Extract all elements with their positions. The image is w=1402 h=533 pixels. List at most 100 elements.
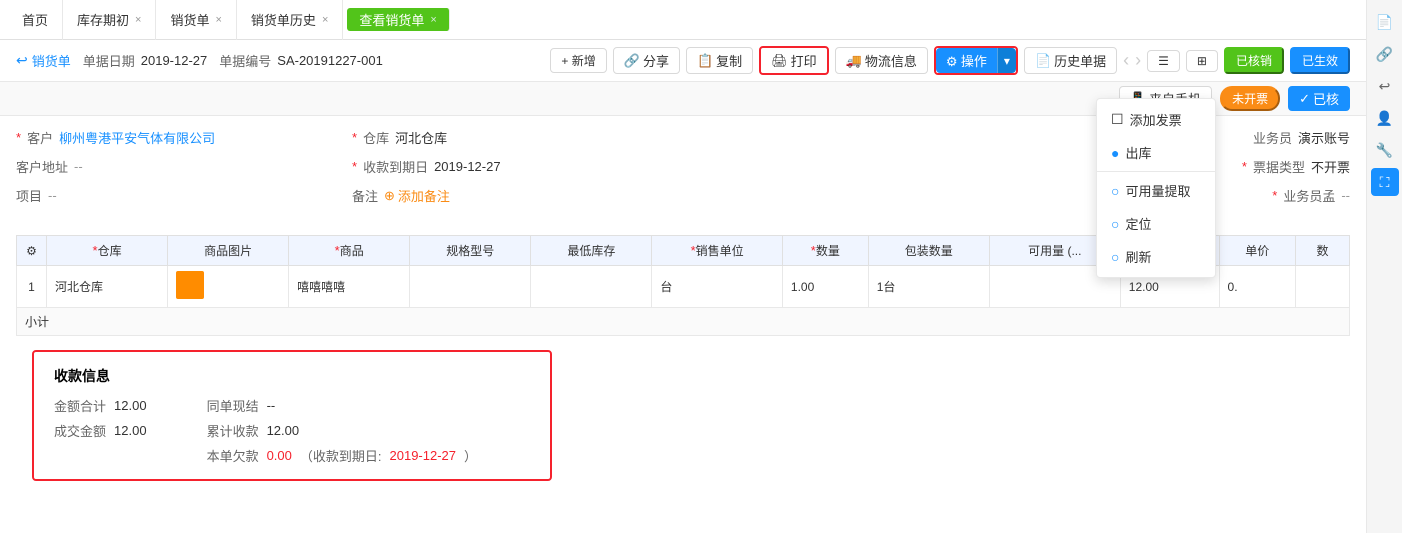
due-date-label: 收款到期日: [363, 157, 428, 176]
add-icon: ⊕: [384, 188, 395, 204]
ticket-type-value: 不开票: [1311, 157, 1350, 176]
refresh-icon: ○: [1111, 249, 1119, 265]
refresh-label: 刷新: [1125, 247, 1151, 266]
tab-history-label: 销货单历史: [251, 10, 316, 29]
transaction-row: 成交金额 12.00: [54, 421, 147, 440]
tab-view-sales[interactable]: 查看销货单 ×: [347, 8, 449, 31]
date-label: 单据日期: [83, 51, 135, 70]
number-label: 单据编号: [219, 51, 271, 70]
address-field: 客户地址 --: [16, 157, 336, 176]
operation-arrow-button[interactable]: ▾: [997, 48, 1016, 73]
tab-sales-history[interactable]: 销货单历史 ×: [237, 0, 343, 40]
address-label: 客户地址: [16, 157, 68, 176]
tab-sales-order[interactable]: 销货单 ×: [156, 0, 236, 40]
customer-field: * 客户 柳州粤港平安气体有限公司: [16, 128, 336, 147]
tab-sales-close[interactable]: ×: [215, 14, 221, 26]
operation-highlight-border: ⚙ 操作 ▾: [934, 46, 1018, 75]
cumulative-value: 12.00: [267, 423, 300, 438]
operation-icon: ⚙: [946, 54, 958, 69]
print-icon: 🖨: [771, 53, 788, 69]
col-settings: ⚙: [17, 236, 47, 266]
check-button[interactable]: ✓ 已核: [1288, 86, 1350, 111]
dropdown-add-invoice[interactable]: ☐ 添加发票: [1097, 103, 1215, 136]
dropdown-refresh[interactable]: ○ 刷新: [1097, 240, 1215, 273]
sidebar-gear-icon[interactable]: 🔧: [1371, 136, 1399, 164]
col-spec: 规格型号: [410, 236, 531, 266]
outbound-icon: ●: [1111, 145, 1119, 161]
add-note-label: 添加备注: [398, 186, 450, 205]
this-order-value: 0.00: [267, 448, 292, 463]
same-order-row: 同单现结 --: [207, 396, 477, 415]
row-product: 嘻嘻嘻嘻: [289, 266, 410, 308]
list-view-button[interactable]: ⊞: [1186, 50, 1218, 72]
tab-inventory-label: 库存期初: [77, 10, 129, 29]
copy-button[interactable]: 📋 复制: [686, 47, 753, 74]
not-opened-button[interactable]: 未开票: [1220, 86, 1280, 111]
logistics-button[interactable]: 🚚 物流信息: [835, 47, 928, 74]
address-value: --: [74, 159, 83, 174]
add-invoice-icon: ☐: [1111, 111, 1124, 128]
due-date-value: 2019-12-27: [434, 159, 501, 174]
sidebar-return-icon[interactable]: ↩: [1371, 72, 1399, 100]
tab-home[interactable]: 首页: [8, 0, 63, 40]
this-order-row: 本单欠款 0.00 （收款到期日: 2019-12-27 ）: [207, 446, 477, 465]
col-quantity: *数量: [782, 236, 868, 266]
add-note-button[interactable]: ⊕ 添加备注: [384, 186, 450, 205]
tab-view-close[interactable]: ×: [430, 14, 436, 26]
dropdown-divider-1: [1097, 171, 1215, 172]
row-unit-price: 0.: [1219, 266, 1295, 308]
new-button[interactable]: + 新增: [550, 48, 606, 73]
ticket-type-field: * 票据类型 不开票: [1242, 157, 1350, 176]
col-product-img: 商品图片: [168, 236, 289, 266]
same-order-label: 同单现结: [207, 396, 259, 415]
available-qty-icon: ○: [1111, 183, 1119, 199]
salesperson-value: --: [1341, 188, 1350, 203]
operation-main-button[interactable]: ⚙ 操作: [936, 48, 997, 73]
total-row: 金额合计 12.00: [54, 396, 147, 415]
note-field: 备注 ⊕ 添加备注: [352, 186, 552, 205]
copy-icon: 📋: [697, 53, 713, 69]
project-value: --: [48, 188, 57, 203]
tab-sales-label: 销货单: [170, 10, 209, 29]
payment-info-box: 收款信息 金额合计 12.00 成交金额 12.00: [32, 350, 552, 481]
sidebar-expand-icon[interactable]: ⛶: [1371, 168, 1399, 196]
project-label: 项目: [16, 186, 42, 205]
col-product: *商品: [289, 236, 410, 266]
salesperson-label: 业务员孟: [1283, 186, 1335, 205]
effective-status-button[interactable]: 已生效: [1290, 47, 1350, 74]
this-order-label: 本单欠款: [207, 446, 259, 465]
doc-type-badge: ↩ 销货单: [16, 51, 71, 70]
canceled-status-button[interactable]: 已核销: [1224, 47, 1284, 74]
tab-bar: 首页 库存期初 × 销货单 × 销货单历史 × 查看销货单 × ×: [0, 0, 1402, 40]
share-label: 分享: [643, 51, 669, 70]
dropdown-outbound[interactable]: ● 出库: [1097, 136, 1215, 169]
doc-type-icon: ↩: [16, 52, 28, 69]
locate-icon: ○: [1111, 216, 1119, 232]
print-label: 打印: [791, 51, 817, 70]
row-pack-qty: 1台: [868, 266, 989, 308]
ticket-type-label: 票据类型: [1253, 157, 1305, 176]
tab-inventory-close[interactable]: ×: [135, 14, 141, 26]
tab-inventory-init[interactable]: 库存期初 ×: [63, 0, 156, 40]
dropdown-available-qty[interactable]: ○ 可用量提取: [1097, 174, 1215, 207]
sidebar-doc-icon[interactable]: 📄: [1371, 8, 1399, 36]
dropdown-locate[interactable]: ○ 定位: [1097, 207, 1215, 240]
sidebar-user-icon[interactable]: 👤: [1371, 104, 1399, 132]
total-value: 12.00: [114, 398, 147, 413]
nav-prev-icon[interactable]: ‹: [1123, 50, 1129, 71]
customer-value[interactable]: 柳州粤港平安气体有限公司: [59, 128, 215, 147]
row-sales-unit: 台: [652, 266, 783, 308]
sidebar-link-icon[interactable]: 🔗: [1371, 40, 1399, 68]
history-button[interactable]: 📄 历史单据: [1024, 47, 1117, 74]
tab-home-label: 首页: [22, 10, 48, 29]
print-button[interactable]: 🖨 打印: [759, 46, 829, 75]
col-sales-unit: *销售单位: [652, 236, 783, 266]
number-value: SA-20191227-001: [277, 53, 383, 68]
nav-next-icon[interactable]: ›: [1135, 50, 1141, 71]
customer-label: 客户: [27, 128, 53, 147]
grid-view-button[interactable]: ☰: [1147, 50, 1180, 72]
share-button[interactable]: 🔗 分享: [613, 47, 680, 74]
tab-history-close[interactable]: ×: [322, 14, 328, 26]
due-hint: （收款到期日:: [300, 446, 382, 465]
row-amount: [1295, 266, 1349, 308]
